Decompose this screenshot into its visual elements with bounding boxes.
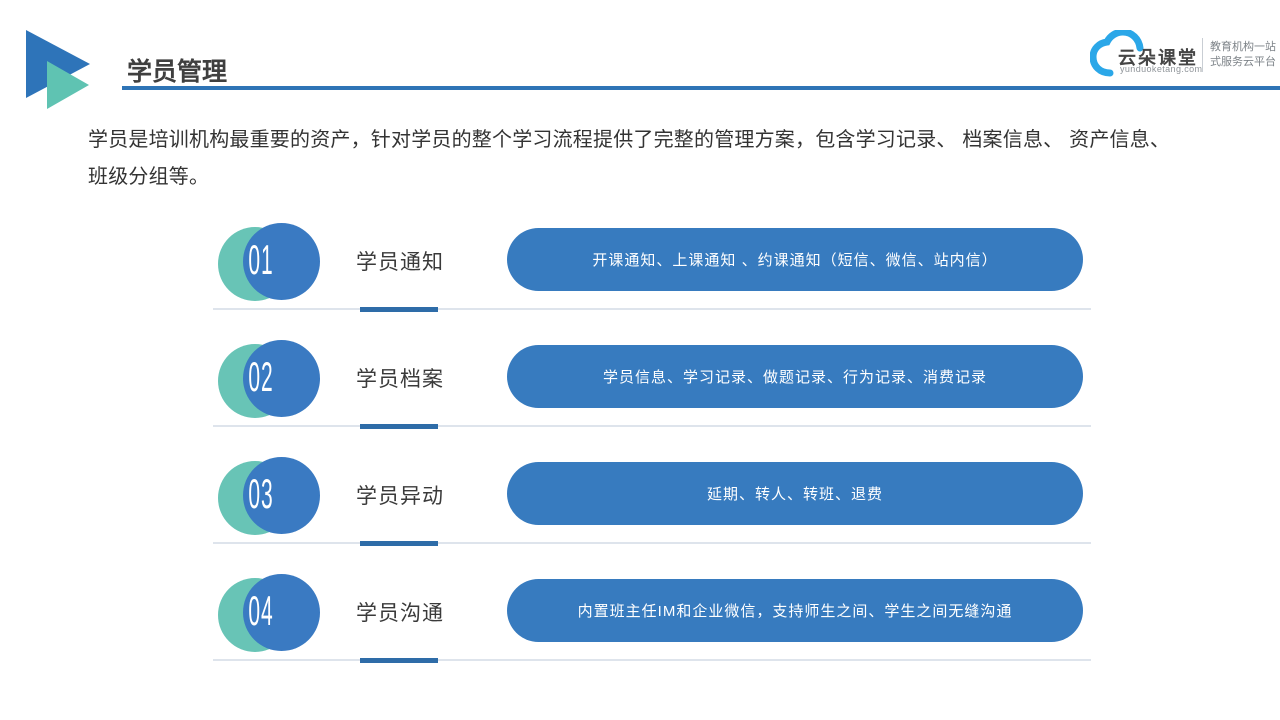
row-number: 01 (246, 236, 276, 284)
intro-line1: 学员是培训机构最重要的资产，针对学员的整个学习流程提供了完整的管理方案，包含学习… (88, 122, 1228, 159)
brand-tagline-line2: 式服务云平台 (1210, 55, 1276, 70)
title-underline (122, 86, 1280, 90)
row-number: 03 (246, 470, 276, 518)
brand-tagline: 教育机构一站 式服务云平台 (1210, 40, 1276, 70)
row-label: 学员异动 (330, 480, 470, 510)
row-divider-accent (360, 424, 438, 429)
page-title: 2.4.2学员管理 (122, 52, 227, 88)
row-divider (213, 308, 1091, 310)
section-number: 2.4.2 (368, 68, 398, 116)
row-label: 学员档案 (330, 363, 470, 393)
slide-student-management: 2.4.2学员管理 云朵课堂 yunduoketang.com 教育机构一站 式… (0, 0, 1280, 720)
row-detail-pill: 开课通知、上课通知 、约课通知（短信、微信、站内信） (507, 228, 1083, 291)
row-divider-accent (360, 658, 438, 663)
brand-logo: 云朵课堂 yunduoketang.com 教育机构一站 式服务云平台 (1090, 28, 1280, 80)
row-detail-text: 开课通知、上课通知 、约课通知（短信、微信、站内信） (592, 249, 997, 270)
header-triangle-teal-icon (47, 61, 89, 109)
row-detail-text: 学员信息、学习记录、做题记录、行为记录、消费记录 (603, 366, 987, 387)
row-divider (213, 659, 1091, 661)
row-detail-pill: 延期、转人、转班、退费 (507, 462, 1083, 525)
row-detail-pill: 内置班主任IM和企业微信，支持师生之间、学生之间无缝沟通 (507, 579, 1083, 642)
section-title: 学员管理 (127, 58, 227, 86)
feature-row-communication: 04 学员沟通 内置班主任IM和企业微信，支持师生之间、学生之间无缝沟通 (0, 571, 1280, 688)
row-divider (213, 542, 1091, 544)
feature-row-change: 03 学员异动 延期、转人、转班、退费 (0, 454, 1280, 571)
row-divider-accent (360, 541, 438, 546)
intro-line2: 班级分组等。 (88, 159, 1228, 196)
brand-domain: yunduoketang.com (1120, 64, 1202, 74)
row-divider-accent (360, 307, 438, 312)
row-detail-pill: 学员信息、学习记录、做题记录、行为记录、消费记录 (507, 345, 1083, 408)
feature-row-notify: 01 学员通知 开课通知、上课通知 、约课通知（短信、微信、站内信） (0, 220, 1280, 337)
row-label: 学员通知 (330, 246, 470, 276)
row-divider (213, 425, 1091, 427)
row-label: 学员沟通 (330, 597, 470, 627)
row-detail-text: 延期、转人、转班、退费 (707, 483, 883, 504)
row-detail-text: 内置班主任IM和企业微信，支持师生之间、学生之间无缝沟通 (578, 600, 1013, 621)
row-number: 02 (246, 353, 276, 401)
intro-paragraph: 学员是培训机构最重要的资产，针对学员的整个学习流程提供了完整的管理方案，包含学习… (88, 122, 1228, 196)
feature-row-archive: 02 学员档案 学员信息、学习记录、做题记录、行为记录、消费记录 (0, 337, 1280, 454)
brand-divider (1202, 38, 1203, 72)
row-number: 04 (246, 587, 276, 635)
brand-tagline-line1: 教育机构一站 (1210, 40, 1276, 55)
